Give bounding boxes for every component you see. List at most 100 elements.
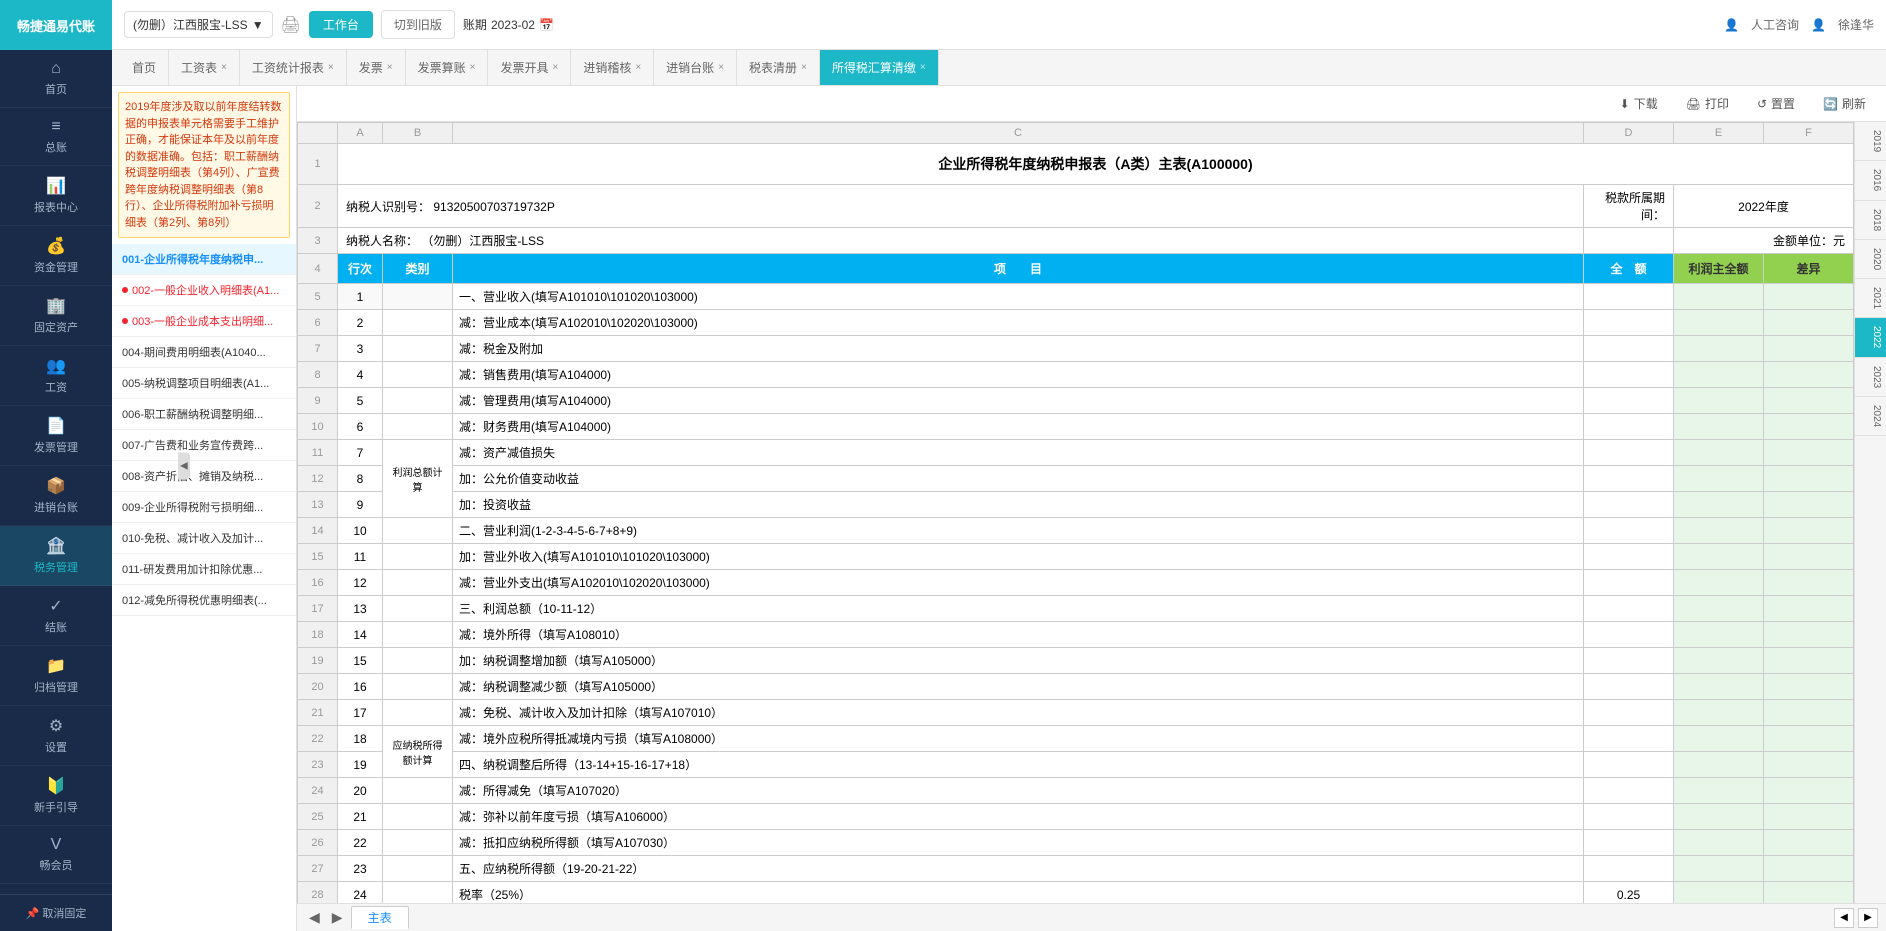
table-row: 5 1 一、营业收入(填写A101010\101020\103000) (298, 284, 1854, 310)
sidebar-label-fund: 资金管理 (34, 259, 78, 275)
year-nav-2023[interactable]: 2023 (1855, 358, 1886, 397)
download-button[interactable]: ⬇ 下载 (1612, 92, 1666, 115)
sidebar-item-settle[interactable]: ✓ 结账 (0, 586, 112, 646)
unpin-button[interactable]: 📌 取消固定 (0, 894, 112, 931)
reset-button[interactable]: ↺ 置置 (1749, 92, 1803, 115)
close-icon[interactable]: × (387, 62, 393, 73)
close-icon[interactable]: × (328, 62, 334, 73)
refresh-icon: 🔄 (1823, 97, 1838, 111)
scroll-right-button[interactable]: ▶ (1858, 908, 1878, 928)
sidebar-item-report[interactable]: 📊 报表中心 (0, 166, 112, 226)
year-nav-2016[interactable]: 2016 (1855, 161, 1886, 200)
sidebar-label-home: 首页 (45, 81, 67, 97)
taxpayer-name-row: 3 纳税人名称： （勿删）江西服宝-LSS 金额单位：元 (298, 228, 1854, 254)
sidebar-item-assets[interactable]: 🏢 固定资产 (0, 286, 112, 346)
tab-purchase-check[interactable]: 进销稽核 × (571, 50, 654, 86)
sheet-tab-main[interactable]: 主表 (351, 906, 409, 929)
list-label-006: 006-职工薪酬纳税调整明细... (122, 406, 263, 422)
tab-invoice[interactable]: 发票 × (347, 50, 406, 86)
list-item-010[interactable]: 010-免税、减计收入及加计... (112, 523, 296, 554)
archive-icon: 📁 (46, 656, 66, 676)
list-label-008: 008-资产折旧、摊销及纳税... (122, 468, 263, 484)
tab-invoice-open[interactable]: 发票开具 × (488, 50, 571, 86)
table-area: 2019 2016 2018 2020 2021 2022 2023 2024 (297, 122, 1886, 903)
home-icon: ⌂ (51, 60, 61, 78)
sidebar-item-fund[interactable]: 💰 资金管理 (0, 226, 112, 286)
sidebar-item-home[interactable]: ⌂ 首页 (0, 50, 112, 108)
period-info: 账期 2023-02 📅 (463, 16, 554, 33)
year-nav-2019[interactable]: 2019 (1855, 122, 1886, 161)
tab-payroll[interactable]: 工资表 × (169, 50, 240, 86)
toolbar: ⬇ 下载 🖨 打印 ↺ 置置 🔄 刷新 (297, 86, 1886, 122)
tab-invoice-calc[interactable]: 发票算账 × (406, 50, 489, 86)
settings-icon: ⚙ (49, 716, 63, 736)
collapse-panel-button[interactable]: ◀ (178, 452, 190, 479)
prev-sheet-button[interactable]: ◀ (305, 909, 324, 926)
list-label-004: 004-期间费用明细表(A1040... (122, 344, 266, 360)
refresh-label: 刷新 (1842, 95, 1866, 112)
refresh-button[interactable]: 🔄 刷新 (1815, 92, 1874, 115)
assets-icon: 🏢 (46, 296, 66, 316)
list-item-009[interactable]: 009-企业所得税附亏损明细... (112, 492, 296, 523)
list-item-011[interactable]: 011-研发费用加计扣除优惠... (112, 554, 296, 585)
sidebar-item-archive[interactable]: 📁 归档管理 (0, 646, 112, 706)
period-label: 账期 (463, 16, 487, 33)
next-sheet-button[interactable]: ▶ (328, 909, 347, 926)
table-row: 20 16 减：纳税调整减少额（填写A105000） (298, 674, 1854, 700)
list-item-005[interactable]: 005-纳税调整项目明细表(A1... (112, 368, 296, 399)
list-item-004[interactable]: 004-期间费用明细表(A1040... (112, 337, 296, 368)
print-icon: 🖨 (1686, 97, 1701, 111)
year-nav-2024[interactable]: 2024 (1855, 397, 1886, 436)
sidebar-item-ledger[interactable]: ≡ 总账 (0, 108, 112, 166)
sidebar-item-payroll[interactable]: 👥 工资 (0, 346, 112, 406)
list-item-012[interactable]: 012-减免所得税优惠明细表(... (112, 585, 296, 616)
close-icon[interactable]: × (470, 62, 476, 73)
list-item-006[interactable]: 006-职工薪酬纳税调整明细... (112, 399, 296, 430)
sidebar-item-invoice[interactable]: 📄 发票管理 (0, 406, 112, 466)
tab-income-tax[interactable]: 所得税汇算清缴 × (820, 50, 939, 86)
tab-payroll-report[interactable]: 工资统计报表 × (240, 50, 347, 86)
table-row: 15 11 加：营业外收入(填写A101010\101020\103000) (298, 544, 1854, 570)
table-row: 27 23 五、应纳税所得额（19-20-21-22） (298, 856, 1854, 882)
sidebar-item-guide[interactable]: 🔰 新手引导 (0, 766, 112, 826)
year-nav-2021[interactable]: 2021 (1855, 279, 1886, 318)
sidebar-item-settings[interactable]: ⚙ 设置 (0, 706, 112, 766)
company-name: (勿删）江西服宝-LSS (133, 16, 248, 33)
workbench-button[interactable]: 工作台 (309, 11, 373, 38)
scroll-left-button[interactable]: ◀ (1834, 908, 1854, 928)
year-nav-2018[interactable]: 2018 (1855, 201, 1886, 240)
title-row: 1 企业所得税年度纳税申报表（A类）主表(A100000) (298, 144, 1854, 185)
list-item-007[interactable]: 007-广告费和业务宣传费跨... (112, 430, 296, 461)
close-icon[interactable]: × (221, 62, 227, 73)
sidebar-label-sales: 进销台账 (34, 499, 78, 515)
sidebar-item-sales[interactable]: 📦 进销台账 (0, 466, 112, 526)
dropdown-icon: ▼ (252, 18, 264, 32)
table-row: 17 13 三、利润总额（10-11-12） (298, 596, 1854, 622)
print-button[interactable]: 🖨 打印 (1678, 92, 1737, 115)
list-item-008[interactable]: 008-资产折旧、摊销及纳税... (112, 461, 296, 492)
close-icon[interactable]: × (801, 62, 807, 73)
list-item-003[interactable]: 003-一般企业成本支出明细... (112, 306, 296, 337)
table-row: 6 2 减：营业成本(填写A102010\102020\103000) (298, 310, 1854, 336)
list-item-001[interactable]: 001-企业所得税年度纳税申... (112, 244, 296, 275)
sidebar-item-tax[interactable]: 🏦 税务管理 (0, 526, 112, 586)
close-icon[interactable]: × (718, 62, 724, 73)
tab-label-home: 首页 (132, 59, 156, 76)
switch-button[interactable]: 切到旧版 (381, 10, 455, 39)
sidebar-item-member[interactable]: V 畅会员 (0, 826, 112, 884)
close-icon-active[interactable]: × (920, 62, 926, 73)
year-nav-2022[interactable]: 2022 (1855, 318, 1886, 357)
tab-purchase-ledger[interactable]: 进销台账 × (654, 50, 737, 86)
table-row: 9 5 减：管理费用(填写A104000) (298, 388, 1854, 414)
company-selector[interactable]: (勿删）江西服宝-LSS ▼ (124, 11, 273, 38)
close-icon[interactable]: × (552, 62, 558, 73)
scroll-controls: ◀ ▶ (1834, 908, 1878, 928)
tab-tax-list[interactable]: 税表清册 × (737, 50, 820, 86)
tab-home[interactable]: 首页 (120, 50, 169, 86)
print-label: 打印 (1705, 95, 1729, 112)
list-item-002[interactable]: 002-一般企业收入明细表(A1... (112, 275, 296, 306)
year-nav-2020[interactable]: 2020 (1855, 240, 1886, 279)
close-icon[interactable]: × (635, 62, 641, 73)
table-row: 12 8 加：公允价值变动收益 (298, 466, 1854, 492)
sales-icon: 📦 (46, 476, 66, 496)
